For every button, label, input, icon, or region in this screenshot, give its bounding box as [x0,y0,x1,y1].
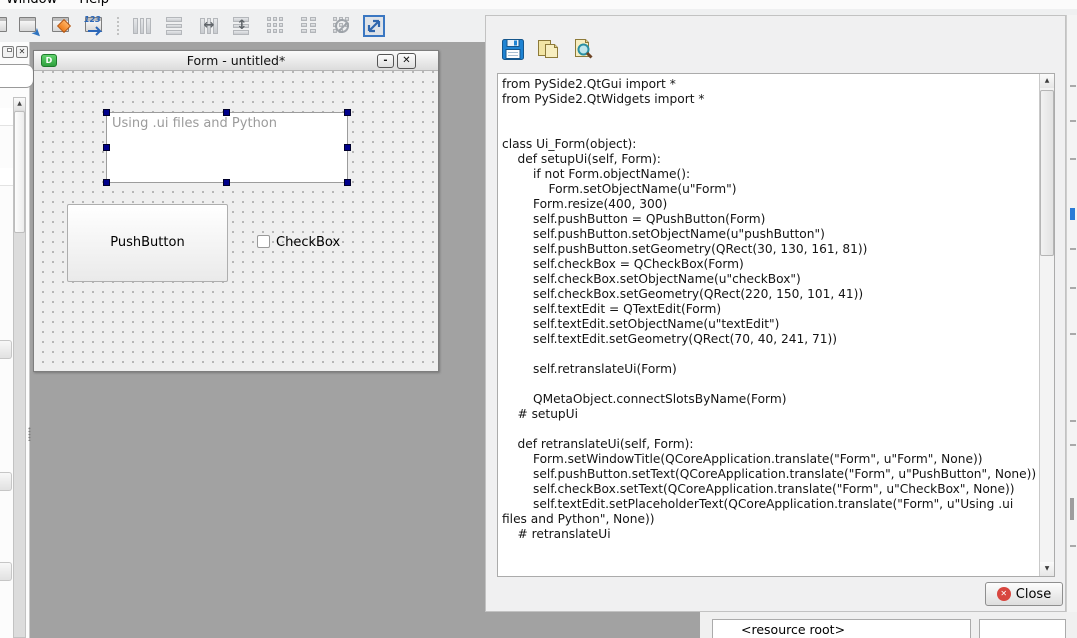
scroll-mark [1070,420,1076,422]
find-magnifier-icon [570,36,596,62]
textedit-placeholder: Using .ui files and Python [112,116,277,131]
selection-handle-n[interactable] [223,109,230,116]
copy-button[interactable] [535,36,561,62]
form-cells-icon [300,17,318,35]
widget-list-item[interactable] [0,168,13,186]
scroll-mark [1070,158,1076,160]
scroll-up-icon[interactable]: ▲ [14,98,25,110]
dock-float-button[interactable] [2,46,14,58]
scroll-mark [1070,333,1076,335]
scroll-mark-blue [1070,208,1075,220]
widget-list-item[interactable] [0,108,13,126]
widget-icon [0,17,7,32]
checkbox-indicator[interactable] [257,235,270,248]
generated-python-code: from PySide2.QtGui import * from PySide2… [498,74,1039,542]
checkbox-widget[interactable]: CheckBox [257,235,377,249]
code-scrollbar[interactable]: ▲ ▼ [1039,74,1054,576]
form-canvas[interactable]: Using .ui files and Python PushButton Ch… [34,71,438,371]
menu-item-window[interactable]: Window [6,0,57,7]
copy-pages-icon [535,36,561,62]
vertical-bars-icon [133,18,151,34]
selection-handle-s[interactable] [223,179,230,186]
edit-tab-order-icon[interactable]: 123 [82,13,108,39]
close-button-label: Close [1016,587,1051,602]
widget-category-bar[interactable] [0,562,12,581]
lay-out-horizontal-splitter-icon: ↔ [196,13,222,39]
code-view[interactable]: from PySide2.QtGui import * from PySide2… [497,73,1055,577]
form-minimize-button[interactable]: - [377,54,394,68]
pushbutton-widget[interactable]: PushButton [67,204,228,282]
scroll-mark [1070,120,1076,122]
dock-scrollbar-thumb[interactable] [14,111,25,233]
scroll-mark [1070,287,1076,289]
scroll-thumb-mark [1070,498,1074,520]
save-button[interactable] [500,36,526,62]
clipped-tool-icon[interactable] [0,13,13,39]
lay-out-vertically-icon [162,13,188,39]
no-sign-icon [335,19,349,33]
widget-filter-input[interactable] [0,64,34,88]
dock-splitter-grip[interactable] [28,427,31,441]
selection-handle-w[interactable] [103,144,110,151]
diagonal-resize-arrow-icon [361,13,387,39]
scroll-up-icon[interactable]: ▲ [1040,74,1054,88]
code-preview-toolbar [500,36,596,64]
close-icon: ✕ [19,47,26,56]
find-button[interactable] [570,36,596,62]
lay-out-vertical-splitter-icon: ↕ [229,13,255,39]
close-button[interactable]: ✕ Close [985,582,1063,606]
selection-handle-nw[interactable] [103,109,110,116]
lay-out-horizontally-icon [129,13,155,39]
selection-handle-sw[interactable] [103,179,110,186]
float-icon [7,48,12,52]
textedit-widget[interactable]: Using .ui files and Python [106,112,348,183]
form-title-bar[interactable]: D Form - untitled* - ✕ [34,51,438,71]
adjust-size-icon[interactable] [361,13,387,39]
tab-order-arrow-icon [82,13,108,39]
selection-handle-ne[interactable] [344,109,351,116]
save-floppy-icon [500,36,526,62]
lay-out-grid-icon [263,13,289,39]
widget-category-bar[interactable] [0,340,12,359]
clipped-right-panel [1066,15,1077,612]
widget-box-dock: ✕ ▲ [0,42,30,638]
resource-tree-panel: <resource root> [712,619,971,638]
form-editor-window: D Form - untitled* - ✕ Using .ui files a… [33,50,439,372]
close-circle-icon: ✕ [997,587,1011,601]
grid-cells-icon [267,17,285,35]
vertical-arrow-icon: ↕ [229,13,255,39]
scroll-down-icon[interactable]: ▼ [1040,562,1054,576]
scroll-mark [1070,85,1076,87]
edit-widgets-icon[interactable]: ➤ [16,13,42,39]
lay-out-form-layout-icon [296,13,322,39]
toolbar-separator [117,16,119,36]
widget-category-bar[interactable] [0,472,12,491]
edit-buddies-icon[interactable] [49,13,75,39]
resource-root-item[interactable]: <resource root> [741,622,845,637]
qt-designer-screen: Window Help ➤ 123 ↔ [0,0,1077,638]
scroll-mark [1070,248,1076,250]
dock-close-button[interactable]: ✕ [16,46,28,58]
menu-item-help[interactable]: Help [79,0,109,7]
form-close-button[interactable]: ✕ [397,53,416,69]
code-scrollbar-thumb[interactable] [1040,90,1054,256]
dock-scrollbar[interactable]: ▲ [13,97,26,638]
horizontal-arrow-icon: ↔ [196,13,222,39]
scroll-mark [1070,444,1076,446]
scroll-mark [1070,545,1076,547]
selection-handle-e[interactable] [344,144,351,151]
menu-bar: Window Help [0,0,1077,9]
selection-handle-se[interactable] [344,179,351,186]
break-layout-icon [329,13,355,39]
horizontal-bars-icon [166,17,182,35]
checkbox-label: CheckBox [276,235,340,250]
code-preview-dialog: from PySide2.QtGui import * from PySide2… [485,15,1066,612]
menu-bar-items: Window Help [6,0,127,7]
resource-files-panel [979,619,1066,638]
